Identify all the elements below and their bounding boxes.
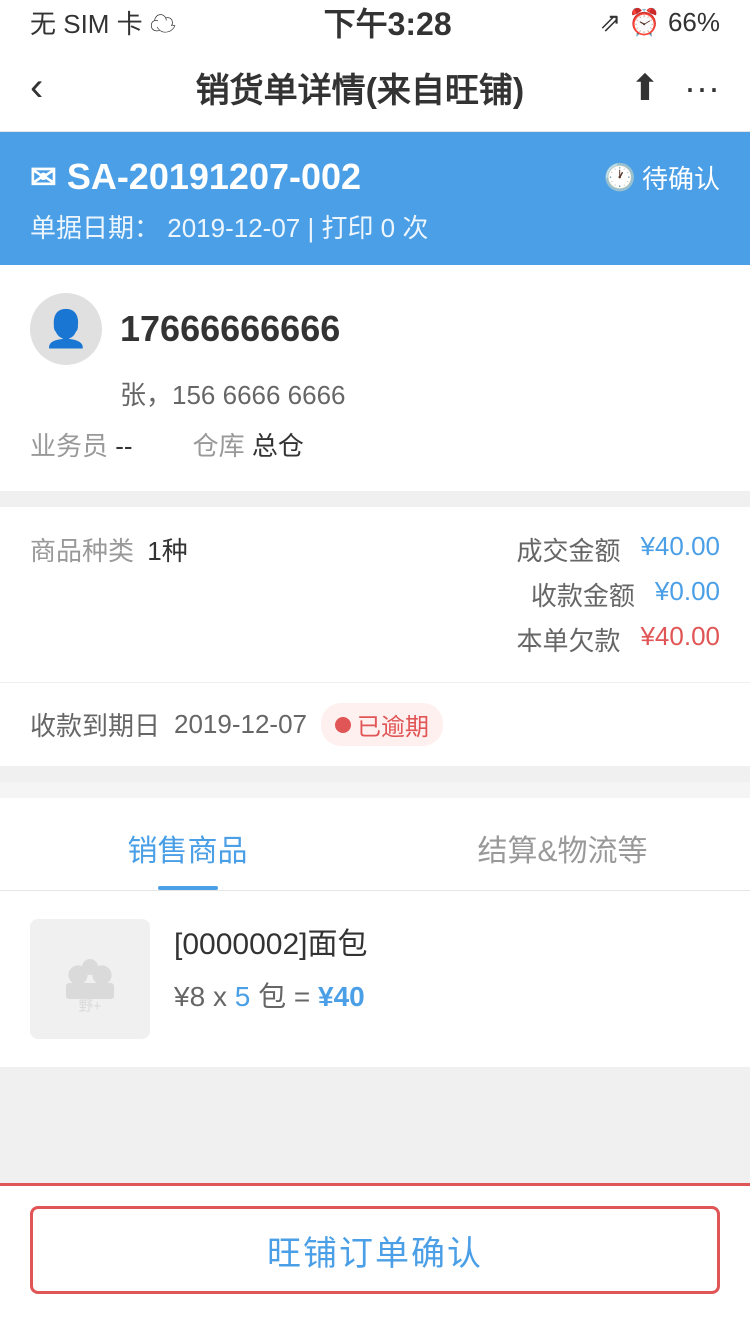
bottom-bar: 旺铺订单确认 [0, 1183, 750, 1334]
avatar: 👤 [30, 293, 102, 365]
warehouse-label: 仓库 [193, 431, 245, 461]
overdue-dot-icon [335, 717, 351, 733]
salesman-value: -- [115, 431, 132, 461]
tab-sales-goods[interactable]: 销售商品 [0, 798, 375, 890]
product-image: 野+ [30, 919, 150, 1039]
amount-section: 商品种类 1种 成交金额 ¥40.00 收款金额 ¥0.00 本单欠款 ¥40.… [0, 507, 750, 682]
deal-amount-value: ¥40.00 [640, 531, 720, 568]
nav-actions: ⬆ ··· [630, 67, 720, 109]
divider-1 [0, 491, 750, 507]
customer-section: 👤 17666666666 张，156 6666 6666 业务员 -- 仓库 … [0, 265, 750, 491]
order-header: ✉ SA-20191207-002 🕐 待确认 单据日期： 2019-12-07… [0, 132, 750, 265]
share-icon[interactable]: ⬆ [630, 67, 660, 109]
order-id: ✉ SA-20191207-002 [30, 156, 361, 198]
product-info: [0000002]面包 ¥8 x 5 包 = ¥40 [174, 919, 720, 1015]
status-battery: ⇗ ⏰ 66% [599, 7, 720, 38]
amount-group: 成交金额 ¥40.00 收款金额 ¥0.00 本单欠款 ¥40.00 [516, 531, 720, 658]
warehouse-value: 总仓 [252, 431, 304, 461]
status-time: 下午3:28 [324, 0, 452, 45]
order-icon: ✉ [30, 158, 57, 196]
overdue-badge: 已逾期 [321, 703, 443, 746]
tabs: 销售商品 结算&物流等 [0, 798, 750, 891]
svg-text:野+: 野+ [79, 998, 102, 1015]
order-status: 🕐 待确认 [604, 159, 720, 196]
status-signal: 无 SIM 卡 ☁ [30, 4, 176, 41]
goods-type: 商品种类 1种 [30, 531, 188, 568]
tab-settlement[interactable]: 结算&物流等 [375, 798, 750, 890]
product-price: ¥8 x 5 包 = ¥40 [174, 975, 720, 1015]
due-date-section: 收款到期日 2019-12-07 已逾期 [0, 682, 750, 766]
more-icon[interactable]: ··· [684, 67, 720, 109]
customer-phone: 17666666666 [120, 308, 340, 350]
nav-bar: ‹ 销货单详情(来自旺铺) ⬆ ··· [0, 44, 750, 132]
order-date: 单据日期： 2019-12-07 | 打印 0 次 [30, 208, 720, 245]
salesman-label: 业务员 [30, 431, 108, 461]
pay-amount-label: 收款金额 [531, 576, 635, 613]
product-item: 野+ [0000002]面包 ¥8 x 5 包 = ¥40 [0, 891, 750, 1067]
due-date-value: 2019-12-07 [174, 709, 307, 740]
due-amount-value: ¥40.00 [640, 621, 720, 658]
page-title: 销货单详情(来自旺铺) [196, 63, 525, 112]
clock-icon: 🕐 [604, 162, 636, 193]
status-bar: 无 SIM 卡 ☁ 下午3:28 ⇗ ⏰ 66% [0, 0, 750, 44]
customer-meta: 业务员 -- 仓库 总仓 [30, 426, 720, 463]
product-name: [0000002]面包 [174, 919, 720, 963]
divider-2 [0, 766, 750, 782]
deal-amount-label: 成交金额 [516, 531, 620, 568]
back-button[interactable]: ‹ [30, 65, 90, 110]
customer-name: 张，156 6666 6666 [120, 375, 720, 412]
confirm-order-button[interactable]: 旺铺订单确认 [30, 1206, 720, 1294]
due-date-label: 收款到期日 [30, 706, 160, 743]
product-section: 野+ [0000002]面包 ¥8 x 5 包 = ¥40 [0, 891, 750, 1067]
due-amount-label: 本单欠款 [516, 621, 620, 658]
pay-amount-value: ¥0.00 [655, 576, 720, 613]
